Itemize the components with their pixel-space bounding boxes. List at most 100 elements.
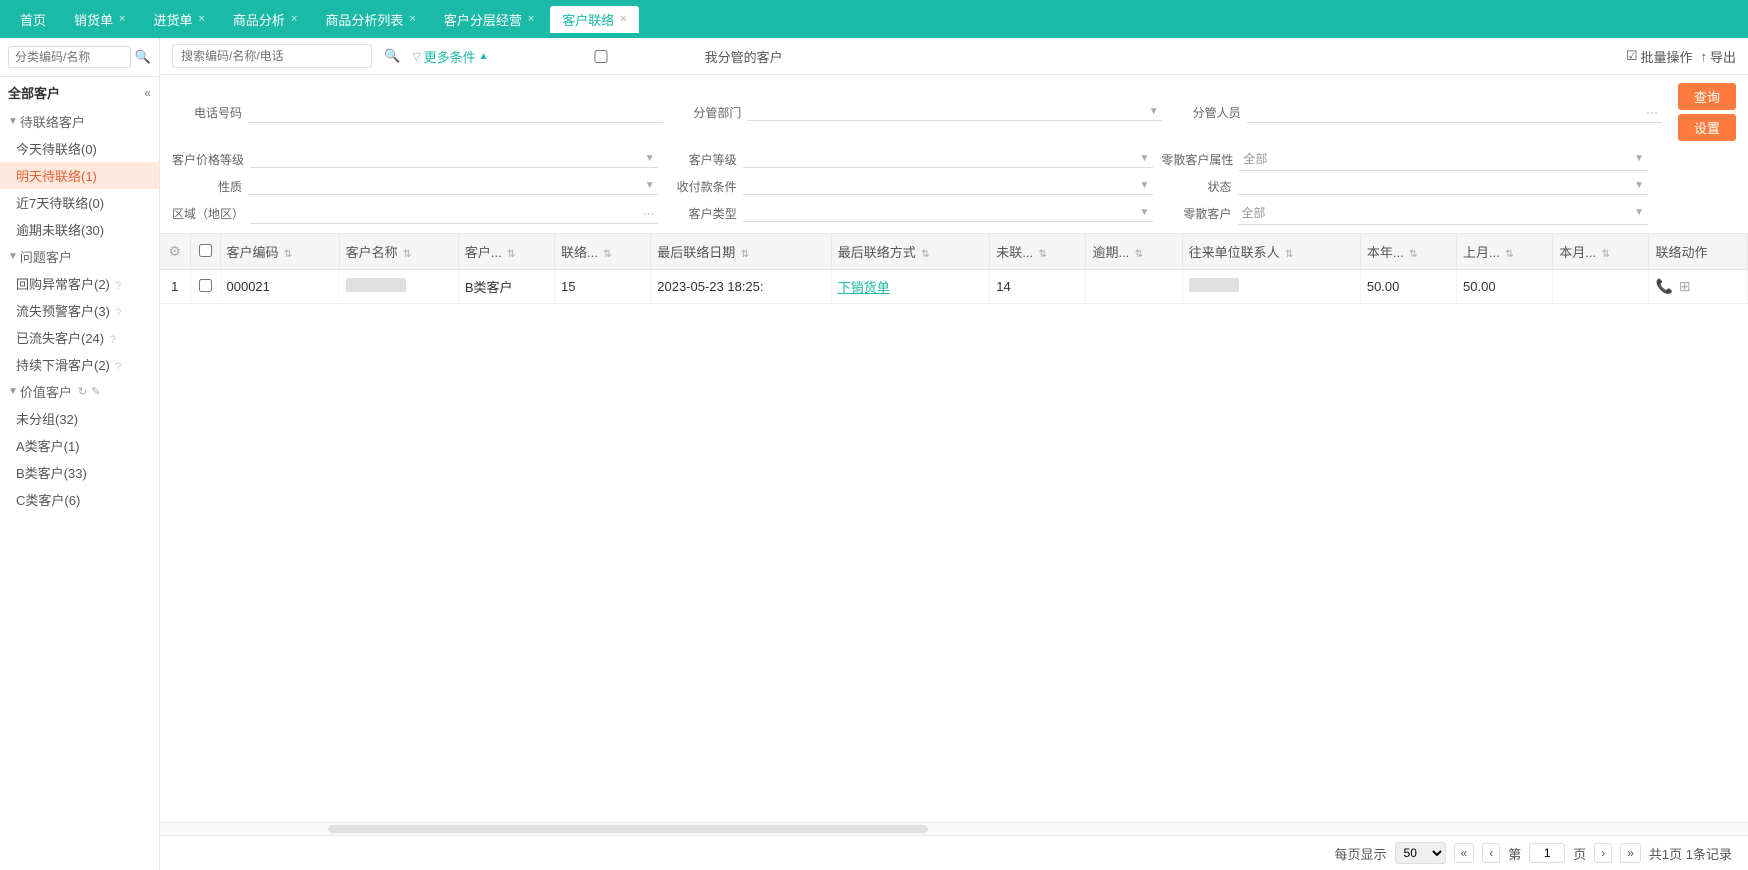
filter-field-retail-customer: 零散客户 全部 ▼ [1161,201,1648,225]
collapse-icon[interactable]: « [144,86,151,100]
customer-level-chevron-icon: ▼ [1139,153,1149,164]
close-analysis-list-icon[interactable]: × [409,13,415,25]
help-icon-1[interactable]: ? [115,307,121,319]
my-customers-checkbox[interactable]: 我分管的客户 [501,47,783,66]
sort-type-icon[interactable]: ⇅ [507,249,515,260]
sort-name-icon[interactable]: ⇅ [403,249,411,260]
row-checkbox[interactable] [199,279,212,292]
region-dots-icon[interactable]: ··· [643,206,655,220]
my-customers-check[interactable] [501,50,701,63]
dept-select[interactable]: ▼ [747,103,1162,121]
sidebar-search-icon[interactable]: 🔍 [135,49,151,65]
customer-level-label: 客户等级 [667,151,737,168]
sort-year-icon[interactable]: ⇅ [1409,249,1417,260]
col-overdue-days: 逾期... ⇅ [1086,234,1182,270]
phone-action-icon[interactable]: 📞 [1655,278,1672,295]
sidebar-item-class-b[interactable]: B类客户(33) [0,459,159,486]
table-settings-icon[interactable]: ⚙ [168,243,181,259]
first-page-button[interactable]: « [1454,843,1475,863]
col-settings[interactable]: ⚙ [160,234,190,270]
query-button[interactable]: 查询 [1678,83,1736,110]
nav-tab-salesorder[interactable]: 销货单 × [62,6,137,33]
export-icon: ↑ [1700,49,1707,64]
sidebar-item-abnormal-repurchase[interactable]: 回购异常客户(2) ? [0,270,159,297]
filter-row-4: 区域（地区） ··· 客户类型 ▼ 零散客户 全部 ▼ [172,201,1736,225]
retail-customer-select[interactable]: 全部 ▼ [1237,201,1648,225]
nav-tab-analysis-list[interactable]: 商品分析列表 × [313,6,427,33]
person-dots-icon[interactable]: ··· [1646,105,1658,119]
sidebar-item-tomorrow-pending[interactable]: 明天待联络(1) [0,162,159,189]
sort-overdue-icon[interactable]: ⇅ [1135,249,1143,260]
batch-op-button[interactable]: ☑ 批量操作 [1626,47,1693,66]
sidebar-item-churned[interactable]: 已流失客户(24) ? [0,324,159,351]
export-button[interactable]: ↑ 导出 [1700,47,1736,66]
help-icon-0[interactable]: ? [115,280,121,292]
nav-home[interactable]: 首页 [8,6,58,33]
contact-method-link[interactable]: 下销货单 [838,280,890,295]
phone-input[interactable] [248,102,663,123]
col-last-month-amount: 上月... ⇅ [1457,234,1553,270]
filter-row-3: 性质 ▼ 收付款条件 ▼ 状态 [172,177,1736,195]
sort-thismonth-icon[interactable]: ⇅ [1601,249,1609,260]
close-purchaseorder-icon[interactable]: × [198,13,204,25]
help-icon-2[interactable]: ? [109,334,115,346]
filter-row-1: 电话号码 分管部门 ▼ 分管人员 ··· 查询 [172,83,1736,141]
sidebar-item-churn-warning[interactable]: 流失预警客户(3) ? [0,297,159,324]
sidebar-item-overdue-contact[interactable]: 逾期未联络(30) [0,216,159,243]
close-salesorder-icon[interactable]: × [119,13,125,25]
total-records: 共1页 1条记录 [1649,844,1732,863]
checkbox-icon: ☑ [1626,48,1638,64]
status-select[interactable]: ▼ [1237,177,1648,195]
value-group-icon2[interactable]: ✎ [91,385,100,398]
sort-code-icon[interactable]: ⇅ [284,249,292,260]
nav-tab-customer-tier[interactable]: 客户分层经营 × [432,6,546,33]
nature-select[interactable]: ▼ [248,177,659,195]
all-customers-header[interactable]: 全部客户 « [0,77,159,108]
dept-label: 分管部门 [671,104,741,121]
sidebar-item-class-a[interactable]: A类客户(1) [0,432,159,459]
prev-page-button[interactable]: ‹ [1482,843,1500,863]
per-page-select[interactable]: 50 100 200 [1395,842,1446,864]
sidebar-item-7days-pending[interactable]: 近7天待联络(0) [0,189,159,216]
sidebar-item-today-pending[interactable]: 今天待联络(0) [0,135,159,162]
customer-type-select[interactable]: ▼ [743,204,1154,222]
sort-date-icon[interactable]: ⇅ [741,249,749,260]
payment-select[interactable]: ▼ [743,177,1154,195]
grid-action-icon[interactable]: ⊞ [1679,278,1691,295]
sidebar-group-problem[interactable]: 问题客户 [0,243,159,270]
sort-notcontact-icon[interactable]: ⇅ [1038,249,1046,260]
page-number-input[interactable] [1529,843,1565,863]
customer-level-select[interactable]: ▼ [743,150,1154,168]
sidebar-item-declining[interactable]: 持续下滑客户(2) ? [0,351,159,378]
price-level-select[interactable]: ▼ [250,150,659,168]
close-customer-contact-icon[interactable]: × [620,13,626,25]
nav-tab-analysis[interactable]: 商品分析 × [221,6,309,33]
retail-attr-select[interactable]: 全部 ▼ [1239,147,1648,171]
sidebar-item-class-c[interactable]: C类客户(6) [0,486,159,513]
close-customer-tier-icon[interactable]: × [528,13,534,25]
next-page-button[interactable]: › [1594,843,1612,863]
sort-lastmonth-icon[interactable]: ⇅ [1505,249,1513,260]
sort-person-icon[interactable]: ⇅ [1285,249,1293,260]
select-all-checkbox[interactable] [199,244,212,257]
more-conditions-btn[interactable]: ▽ 更多条件 ▲ [412,47,488,66]
col-customer-type: 客户... ⇅ [458,234,554,270]
sort-method-icon[interactable]: ⇅ [921,249,929,260]
search-button-icon[interactable]: 🔍 [384,48,400,64]
sidebar-group-pending[interactable]: 待联络客户 [0,108,159,135]
sidebar-search-input[interactable] [8,46,131,68]
sort-contact-icon[interactable]: ⇅ [603,249,611,260]
filter-panel: 电话号码 分管部门 ▼ 分管人员 ··· 查询 [160,75,1748,234]
search-input[interactable] [172,44,372,68]
help-icon-3[interactable]: ? [115,361,121,373]
nav-tab-customer-contact[interactable]: 客户联络 × [550,6,638,33]
chevron-up-icon: ▲ [479,51,489,62]
sidebar-item-ungrouped[interactable]: 未分组(32) [0,405,159,432]
value-group-icon1[interactable]: ↻ [78,385,87,398]
last-page-button[interactable]: » [1620,843,1641,863]
settings-button[interactable]: 设置 [1678,114,1736,141]
close-analysis-icon[interactable]: × [291,13,297,25]
nature-label: 性质 [172,178,242,195]
nav-tab-purchaseorder[interactable]: 进货单 × [141,6,216,33]
sidebar-group-value[interactable]: 价值客户 ↻ ✎ [0,378,159,405]
